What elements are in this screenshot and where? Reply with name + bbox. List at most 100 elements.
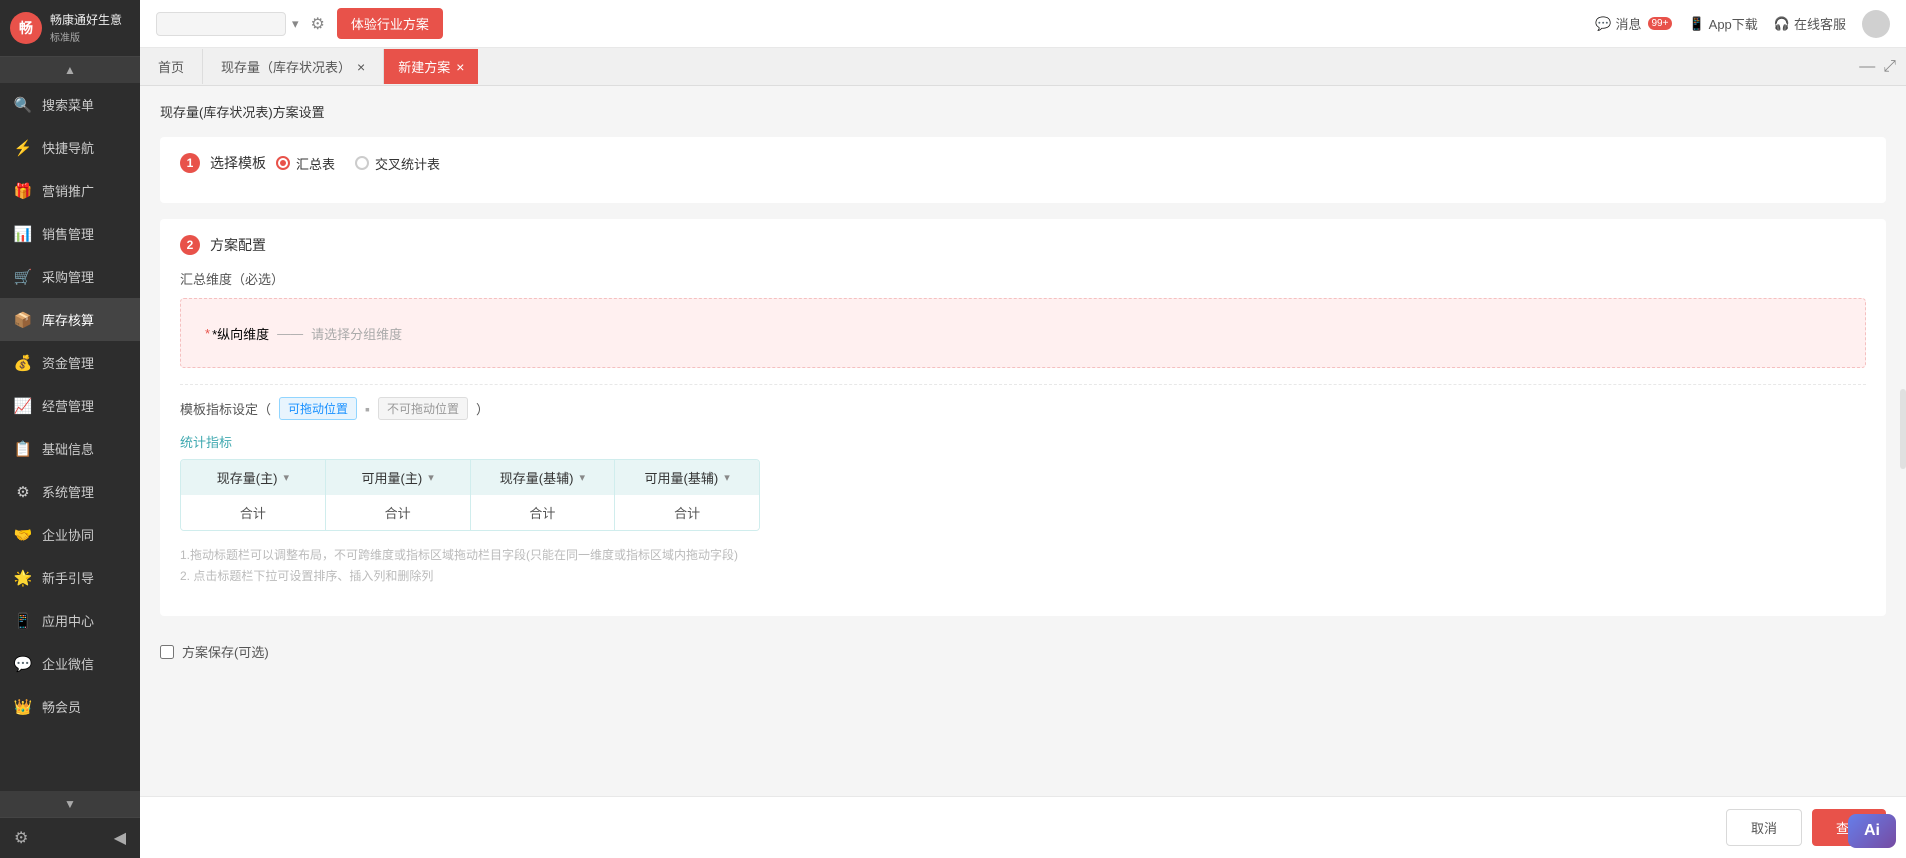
dim-placeholder: 请选择分组维度 <box>311 324 402 343</box>
search-input[interactable] <box>156 12 286 36</box>
sidebar-label-quick-nav: 快捷导航 <box>42 138 94 157</box>
required-asterisk: * <box>205 326 210 341</box>
settings-footer-icon[interactable]: ⚙ <box>14 828 28 848</box>
app-download-item[interactable]: 📱 App下载 <box>1688 14 1757 33</box>
finance-icon: 💰 <box>14 354 32 372</box>
sidebar-item-apps[interactable]: 📱 应用中心 <box>0 599 140 642</box>
radio-cross-label: 交叉统计表 <box>375 154 440 173</box>
dimension-vertical-box[interactable]: * *纵向维度 —— 请选择分组维度 <box>180 298 1866 368</box>
basic-icon: 📋 <box>14 440 32 458</box>
new-scheme-tab-close[interactable]: × <box>456 59 464 75</box>
template-indicator-close: ） <box>476 399 489 418</box>
maximize-icon[interactable]: ⤢ <box>1883 58 1896 76</box>
right-scrollbar[interactable] <box>1900 389 1906 469</box>
sidebar-scroll-up[interactable]: ▲ <box>0 57 140 83</box>
stat-col-header-2[interactable]: 现存量(基辅) ▾ <box>471 460 616 495</box>
app-download-icon: 📱 <box>1688 16 1704 32</box>
tab-new-scheme[interactable]: 新建方案 × <box>384 49 478 84</box>
sidebar-item-quick-nav[interactable]: ⚡ 快捷导航 <box>0 126 140 169</box>
topbar-right: 💬 消息 99+ 📱 App下载 🎧 在线客服 <box>1595 10 1890 38</box>
logo-badge: 标准版 <box>50 29 122 44</box>
divider1 <box>180 384 1866 385</box>
industry-scheme-button[interactable]: 体验行业方案 <box>337 8 443 39</box>
section1-num: 1 <box>180 153 200 173</box>
sidebar-item-marketing[interactable]: 🎁 营销推广 <box>0 169 140 212</box>
sidebar-label-system: 系统管理 <box>42 482 94 501</box>
page-title: 现存量(库存状况表)方案设置 <box>160 102 1886 121</box>
corp-icon: 🤝 <box>14 526 32 544</box>
section-select-template: 1 选择模板 汇总表 交叉统计表 <box>160 137 1886 203</box>
marketing-icon: 🎁 <box>14 182 32 200</box>
save-checkbox-label: 方案保存(可选) <box>182 642 269 661</box>
topbar-settings-icon[interactable]: ⚙ <box>311 14 325 34</box>
stat-col-chevron-2[interactable]: ▾ <box>579 471 585 484</box>
stat-body-2: 合计 <box>471 495 616 530</box>
template-indicator-label: 模板指标设定（ <box>180 399 271 418</box>
sidebar-footer: ⚙ ◀ <box>0 817 140 858</box>
stat-col-header-3[interactable]: 可用量(基辅) ▾ <box>615 460 759 495</box>
sidebar-label-finance: 资金管理 <box>42 353 94 372</box>
stat-col-chevron-1[interactable]: ▾ <box>428 471 434 484</box>
sidebar-item-basic[interactable]: 📋 基础信息 <box>0 427 140 470</box>
topbar: ▾ ⚙ 体验行业方案 💬 消息 99+ 📱 App下载 🎧 在线客服 <box>140 0 1906 48</box>
save-row: 方案保存(可选) <box>160 632 1886 671</box>
save-checkbox[interactable] <box>160 645 174 659</box>
sidebar-item-corp[interactable]: 🤝 企业协同 <box>0 513 140 556</box>
stat-table: 现存量(主) ▾ 可用量(主) ▾ 现存量(基辅) ▾ 可用量(基辅) ▾ <box>180 459 760 531</box>
sidebar-label-sales: 销售管理 <box>42 224 94 243</box>
message-icon: 💬 <box>1595 16 1611 32</box>
sidebar-item-weixin[interactable]: 💬 企业微信 <box>0 642 140 685</box>
section2-header: 2 方案配置 <box>180 235 1866 255</box>
radio-cross[interactable]: 交叉统计表 <box>355 154 440 173</box>
online-service-item[interactable]: 🎧 在线客服 <box>1774 14 1846 33</box>
avatar[interactable] <box>1862 10 1890 38</box>
message-item[interactable]: 💬 消息 99+ <box>1595 14 1672 33</box>
sidebar-item-inventory[interactable]: 📦 库存核算 <box>0 298 140 341</box>
collapse-sidebar-icon[interactable]: ◀ <box>114 828 126 848</box>
tips-section: 1.拖动标题栏可以调整布局，不可跨维度或指标区域拖动栏目字段(只能在同一维度或指… <box>180 534 1866 600</box>
app-download-label: App下载 <box>1709 14 1758 33</box>
section1-header: 1 选择模板 汇总表 交叉统计表 <box>180 153 1866 173</box>
message-label: 消息 <box>1615 14 1641 33</box>
ai-badge[interactable]: Ai <box>1848 814 1896 848</box>
stat-body-0: 合计 <box>181 495 326 530</box>
sidebar-item-finance[interactable]: 💰 资金管理 <box>0 341 140 384</box>
dropdown-arrow-icon[interactable]: ▾ <box>292 16 299 32</box>
sidebar-label-inventory: 库存核算 <box>42 310 94 329</box>
tab-actions: — ⤢ <box>1849 58 1906 76</box>
sidebar-item-member[interactable]: 👑 畅会员 <box>0 685 140 728</box>
sidebar-item-newbie[interactable]: 🌟 新手引导 <box>0 556 140 599</box>
sidebar-item-purchase[interactable]: 🛒 采购管理 <box>0 255 140 298</box>
tab-inventory[interactable]: 现存量（库存状况表） × <box>203 49 384 84</box>
stat-col-chevron-3[interactable]: ▾ <box>724 471 730 484</box>
section-scheme-config: 2 方案配置 汇总维度（必选） * *纵向维度 —— 请选择分组维度 模板指标设… <box>160 219 1886 616</box>
sidebar-item-ops[interactable]: 📈 经营管理 <box>0 384 140 427</box>
stat-col-header-0[interactable]: 现存量(主) ▾ <box>181 460 326 495</box>
home-tab-label: 首页 <box>158 57 184 76</box>
template-indicators-row: 模板指标设定（ 可拖动位置 ▪ 不可拖动位置 ） <box>180 397 1866 420</box>
sidebar-logo: 畅 畅康通好生意 标准版 <box>0 0 140 57</box>
template-radio-group: 汇总表 交叉统计表 <box>276 154 440 173</box>
tabbar: 首页 现存量（库存状况表） × 新建方案 × — ⤢ <box>140 48 1906 86</box>
search-icon: 🔍 <box>14 96 32 114</box>
sidebar-item-search[interactable]: 🔍 搜索菜单 <box>0 83 140 126</box>
stat-col-chevron-0[interactable]: ▾ <box>283 471 289 484</box>
weixin-icon: 💬 <box>14 655 32 673</box>
sidebar-item-system[interactable]: ⚙ 系统管理 <box>0 470 140 513</box>
radio-summary[interactable]: 汇总表 <box>276 154 335 173</box>
sidebar-item-sales[interactable]: 📊 销售管理 <box>0 212 140 255</box>
main-area: ▾ ⚙ 体验行业方案 💬 消息 99+ 📱 App下载 🎧 在线客服 首页 <box>140 0 1906 858</box>
tab-home[interactable]: 首页 <box>140 49 203 84</box>
section2-num: 2 <box>180 235 200 255</box>
tip-2: 2. 点击标题栏下拉可设置排序、插入列和删除列 <box>180 567 1866 584</box>
cancel-button[interactable]: 取消 <box>1726 809 1802 846</box>
sidebar: 畅 畅康通好生意 标准版 ▲ 🔍 搜索菜单 ⚡ 快捷导航 🎁 营销推广 📊 销售… <box>0 0 140 858</box>
purchase-icon: 🛒 <box>14 268 32 286</box>
stat-col-header-1[interactable]: 可用量(主) ▾ <box>326 460 471 495</box>
section2-title: 方案配置 <box>210 235 266 255</box>
topbar-search-area: ▾ <box>156 12 299 36</box>
sidebar-label-apps: 应用中心 <box>42 611 94 630</box>
minimize-icon[interactable]: — <box>1859 58 1875 76</box>
sidebar-scroll-down[interactable]: ▼ <box>0 791 140 817</box>
inventory-tab-close[interactable]: × <box>357 59 365 75</box>
